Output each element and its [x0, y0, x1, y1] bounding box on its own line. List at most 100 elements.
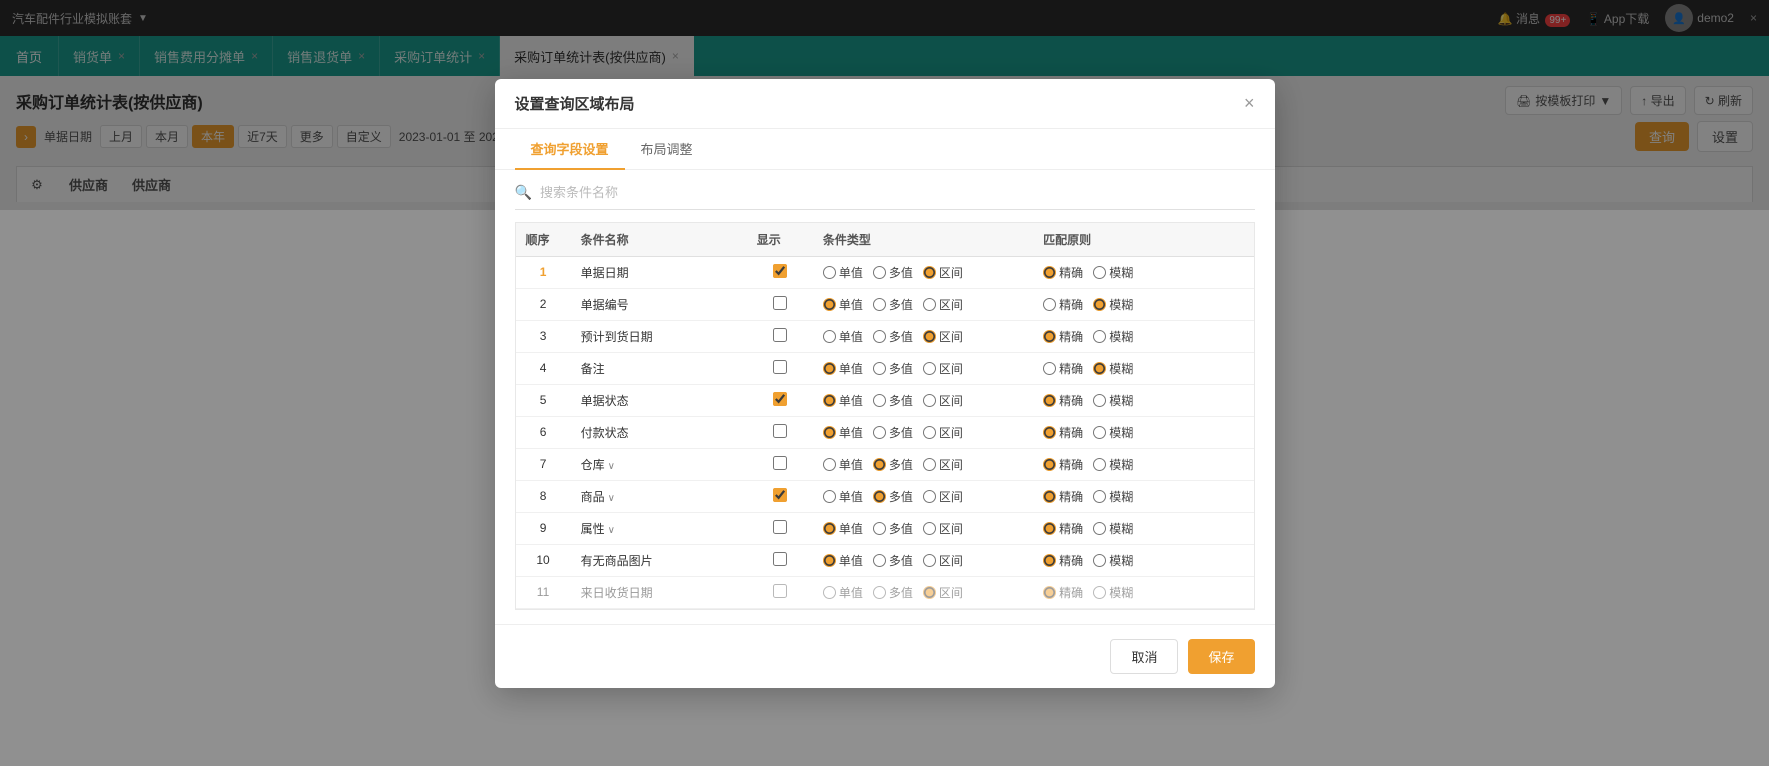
radio-match-match_exact[interactable]: 精确: [1043, 392, 1083, 409]
radio-input-match[interactable]: [1043, 394, 1056, 407]
radio-input-type[interactable]: [823, 266, 836, 279]
radio-type-type_range[interactable]: 区间: [923, 488, 963, 505]
radio-type-type_single[interactable]: 单值: [823, 264, 863, 281]
radio-match-match_fuzzy[interactable]: 模糊: [1093, 552, 1133, 569]
radio-match-match_fuzzy[interactable]: 模糊: [1093, 392, 1133, 409]
radio-match-match_fuzzy[interactable]: 模糊: [1093, 360, 1133, 377]
radio-input-type[interactable]: [823, 490, 836, 503]
radio-type-type_multi[interactable]: 多值: [873, 296, 913, 313]
show-checkbox[interactable]: [773, 360, 787, 374]
radio-type-type_multi[interactable]: 多值: [873, 360, 913, 377]
radio-type-type_single[interactable]: 单值: [823, 552, 863, 569]
radio-match-match_exact[interactable]: 精确: [1043, 360, 1083, 377]
radio-input-type[interactable]: [923, 426, 936, 439]
radio-input-type[interactable]: [873, 298, 886, 311]
cancel-button[interactable]: 取消: [1110, 639, 1178, 674]
show-checkbox[interactable]: [773, 264, 787, 278]
show-checkbox[interactable]: [773, 424, 787, 438]
search-input[interactable]: [540, 185, 740, 200]
radio-match-match_exact[interactable]: 精确: [1043, 424, 1083, 441]
radio-input-match[interactable]: [1093, 458, 1106, 471]
radio-input-match[interactable]: [1093, 490, 1106, 503]
radio-input-type[interactable]: [873, 330, 886, 343]
radio-type-type_range[interactable]: 区间: [923, 424, 963, 441]
radio-input-match[interactable]: [1043, 298, 1056, 311]
radio-input-match[interactable]: [1043, 586, 1056, 599]
radio-input-type[interactable]: [873, 554, 886, 567]
radio-match-match_exact[interactable]: 精确: [1043, 296, 1083, 313]
show-checkbox[interactable]: [773, 584, 787, 598]
radio-type-type_single[interactable]: 单值: [823, 424, 863, 441]
radio-input-type[interactable]: [823, 298, 836, 311]
show-checkbox[interactable]: [773, 520, 787, 534]
radio-input-type[interactable]: [823, 586, 836, 599]
radio-input-type[interactable]: [873, 362, 886, 375]
show-checkbox[interactable]: [773, 456, 787, 470]
radio-input-match[interactable]: [1093, 330, 1106, 343]
radio-type-type_multi[interactable]: 多值: [873, 488, 913, 505]
radio-type-type_single[interactable]: 单值: [823, 328, 863, 345]
radio-input-match[interactable]: [1093, 266, 1106, 279]
show-checkbox[interactable]: [773, 488, 787, 502]
radio-type-type_multi[interactable]: 多值: [873, 456, 913, 473]
modal-close-button[interactable]: ×: [1244, 93, 1255, 114]
radio-type-type_range[interactable]: 区间: [923, 328, 963, 345]
radio-match-match_exact[interactable]: 精确: [1043, 552, 1083, 569]
radio-input-match[interactable]: [1043, 554, 1056, 567]
radio-input-type[interactable]: [923, 458, 936, 471]
radio-input-match[interactable]: [1043, 266, 1056, 279]
radio-input-type[interactable]: [823, 554, 836, 567]
radio-input-match[interactable]: [1093, 522, 1106, 535]
radio-match-match_exact[interactable]: 精确: [1043, 264, 1083, 281]
radio-match-match_fuzzy[interactable]: 模糊: [1093, 328, 1133, 345]
radio-type-type_single[interactable]: 单值: [823, 360, 863, 377]
radio-input-match[interactable]: [1043, 490, 1056, 503]
radio-type-type_single[interactable]: 单值: [823, 520, 863, 537]
radio-input-type[interactable]: [823, 522, 836, 535]
radio-match-match_exact[interactable]: 精确: [1043, 456, 1083, 473]
radio-input-type[interactable]: [923, 330, 936, 343]
radio-input-type[interactable]: [823, 394, 836, 407]
radio-input-match[interactable]: [1093, 362, 1106, 375]
radio-match-match_fuzzy[interactable]: 模糊: [1093, 264, 1133, 281]
radio-input-match[interactable]: [1093, 554, 1106, 567]
radio-input-type[interactable]: [923, 298, 936, 311]
radio-input-match[interactable]: [1093, 426, 1106, 439]
radio-type-type_multi[interactable]: 多值: [873, 392, 913, 409]
show-checkbox[interactable]: [773, 328, 787, 342]
radio-match-match_fuzzy[interactable]: 模糊: [1093, 488, 1133, 505]
radio-input-type[interactable]: [873, 266, 886, 279]
radio-type-type_range[interactable]: 区间: [923, 456, 963, 473]
radio-input-type[interactable]: [923, 362, 936, 375]
radio-input-match[interactable]: [1093, 394, 1106, 407]
radio-input-match[interactable]: [1043, 426, 1056, 439]
radio-input-type[interactable]: [873, 490, 886, 503]
radio-input-type[interactable]: [823, 362, 836, 375]
show-checkbox[interactable]: [773, 392, 787, 406]
radio-match-match_fuzzy[interactable]: 模糊: [1093, 424, 1133, 441]
save-button[interactable]: 保存: [1188, 639, 1254, 674]
radio-type-type_single[interactable]: 单值: [823, 296, 863, 313]
radio-type-type_multi[interactable]: 多值: [873, 552, 913, 569]
radio-match-match_fuzzy[interactable]: 模糊: [1093, 584, 1133, 601]
radio-input-match[interactable]: [1043, 362, 1056, 375]
radio-type-type_range[interactable]: 区间: [923, 360, 963, 377]
radio-type-type_multi[interactable]: 多值: [873, 584, 913, 601]
radio-type-type_range[interactable]: 区间: [923, 264, 963, 281]
radio-input-type[interactable]: [873, 522, 886, 535]
radio-input-type[interactable]: [923, 266, 936, 279]
radio-match-match_fuzzy[interactable]: 模糊: [1093, 520, 1133, 537]
radio-type-type_multi[interactable]: 多值: [873, 328, 913, 345]
radio-input-match[interactable]: [1043, 330, 1056, 343]
radio-input-type[interactable]: [873, 586, 886, 599]
radio-type-type_multi[interactable]: 多值: [873, 424, 913, 441]
tab-layout-adjust[interactable]: 布局调整: [625, 129, 709, 170]
radio-type-type_multi[interactable]: 多值: [873, 520, 913, 537]
radio-type-type_range[interactable]: 区间: [923, 392, 963, 409]
radio-type-type_single[interactable]: 单值: [823, 488, 863, 505]
radio-input-type[interactable]: [873, 394, 886, 407]
radio-match-match_fuzzy[interactable]: 模糊: [1093, 296, 1133, 313]
radio-type-type_range[interactable]: 区间: [923, 520, 963, 537]
radio-input-type[interactable]: [873, 458, 886, 471]
radio-input-type[interactable]: [823, 330, 836, 343]
